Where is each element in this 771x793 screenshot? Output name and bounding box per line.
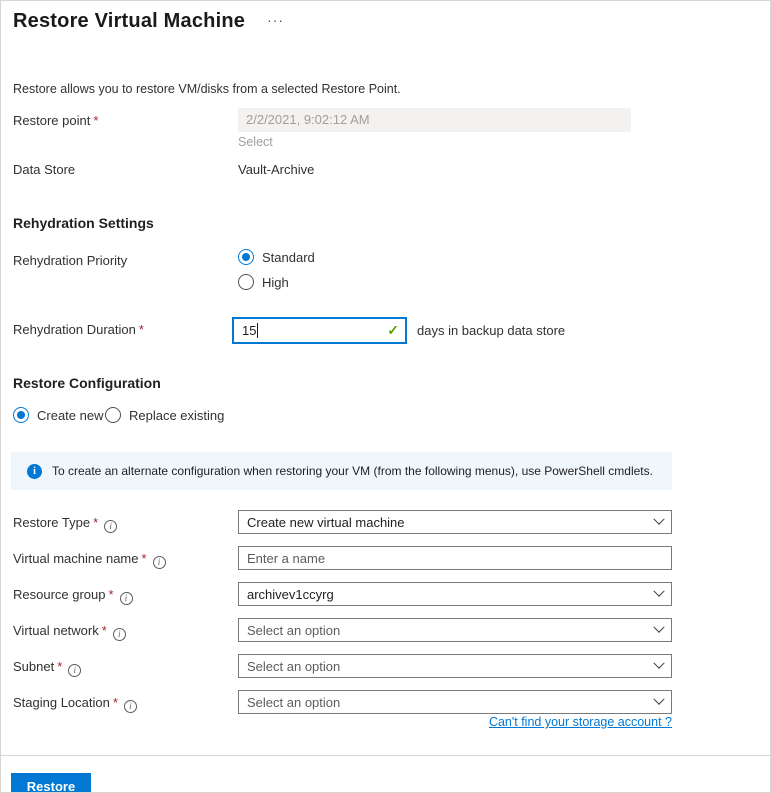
radio-icon: [13, 407, 29, 423]
required-marker: *: [109, 587, 114, 602]
info-icon: i: [27, 464, 42, 479]
chevron-down-icon: [653, 622, 664, 633]
info-tooltip-icon[interactable]: i: [68, 664, 81, 677]
restore-type-label: Restore Type*i: [13, 515, 117, 533]
rehydration-duration-label: Rehydration Duration*: [13, 322, 144, 337]
staging-location-label: Staging Location*i: [13, 695, 137, 713]
info-banner: i To create an alternate configuration w…: [11, 452, 672, 490]
footer-divider: [1, 755, 771, 756]
dropdown-value: archivev1ccyrg: [247, 587, 334, 602]
page-title: Restore Virtual Machine: [13, 10, 245, 33]
dropdown-placeholder: Select an option: [247, 659, 340, 674]
required-marker: *: [93, 515, 98, 530]
radio-priority-standard[interactable]: Standard: [238, 249, 315, 265]
subnet-dropdown[interactable]: Select an option: [238, 654, 672, 678]
staging-location-dropdown[interactable]: Select an option: [238, 690, 672, 714]
radio-replace-existing[interactable]: Replace existing: [105, 407, 224, 423]
restore-point-select-link[interactable]: Select: [238, 135, 273, 149]
storage-account-link[interactable]: Can't find your storage account ?: [489, 715, 672, 729]
chevron-down-icon: [653, 694, 664, 705]
text-cursor: [257, 323, 258, 338]
more-menu-icon[interactable]: ···: [267, 12, 284, 28]
required-marker: *: [113, 695, 118, 710]
data-store-value: Vault-Archive: [238, 162, 314, 177]
required-marker: *: [93, 113, 98, 128]
dropdown-placeholder: Select an option: [247, 695, 340, 710]
restore-button[interactable]: Restore: [11, 773, 91, 793]
subnet-label: Subnet*i: [13, 659, 81, 677]
info-tooltip-icon[interactable]: i: [104, 520, 117, 533]
info-tooltip-icon[interactable]: i: [113, 628, 126, 641]
resource-group-label: Resource group*i: [13, 587, 133, 605]
resource-group-dropdown[interactable]: archivev1ccyrg: [238, 582, 672, 606]
radio-label: High: [262, 275, 289, 290]
intro-text: Restore allows you to restore VM/disks f…: [13, 82, 401, 96]
info-banner-text: To create an alternate configuration whe…: [52, 464, 653, 478]
storage-account-link-row: Can't find your storage account ?: [1, 715, 672, 729]
chevron-down-icon: [653, 586, 664, 597]
restore-type-dropdown[interactable]: Create new virtual machine: [238, 510, 672, 534]
dropdown-value: Create new virtual machine: [247, 515, 405, 530]
info-tooltip-icon[interactable]: i: [153, 556, 166, 569]
restore-point-value-field: 2/2/2021, 9:02:12 AM: [238, 108, 631, 132]
dropdown-placeholder: Select an option: [247, 623, 340, 638]
radio-priority-high[interactable]: High: [238, 274, 289, 290]
duration-value: 15: [242, 323, 256, 338]
chevron-down-icon: [653, 514, 664, 525]
info-tooltip-icon[interactable]: i: [124, 700, 137, 713]
data-store-label: Data Store: [13, 162, 75, 177]
restore-virtual-machine-panel: Restore Virtual Machine ··· Restore allo…: [0, 0, 771, 793]
info-tooltip-icon[interactable]: i: [120, 592, 133, 605]
radio-icon: [238, 249, 254, 265]
radio-label: Standard: [262, 250, 315, 265]
restore-point-label: Restore point*: [13, 113, 98, 128]
required-marker: *: [57, 659, 62, 674]
radio-icon: [105, 407, 121, 423]
rehydration-duration-input[interactable]: 15 ✓: [232, 317, 407, 344]
required-marker: *: [139, 322, 144, 337]
virtual-network-label: Virtual network*i: [13, 623, 126, 641]
radio-label: Create new: [37, 408, 103, 423]
valid-check-icon: ✓: [387, 322, 399, 339]
required-marker: *: [142, 551, 147, 566]
virtual-network-dropdown[interactable]: Select an option: [238, 618, 672, 642]
virtual-machine-name-label: Virtual machine name*i: [13, 551, 166, 569]
chevron-down-icon: [653, 658, 664, 669]
rehydration-settings-title: Rehydration Settings: [13, 215, 154, 231]
radio-label: Replace existing: [129, 408, 224, 423]
duration-suffix-text: days in backup data store: [417, 323, 565, 338]
rehydration-priority-label: Rehydration Priority: [13, 253, 127, 268]
required-marker: *: [102, 623, 107, 638]
virtual-machine-name-input[interactable]: [238, 546, 672, 570]
restore-configuration-title: Restore Configuration: [13, 375, 161, 391]
radio-create-new[interactable]: Create new: [13, 407, 103, 423]
radio-icon: [238, 274, 254, 290]
